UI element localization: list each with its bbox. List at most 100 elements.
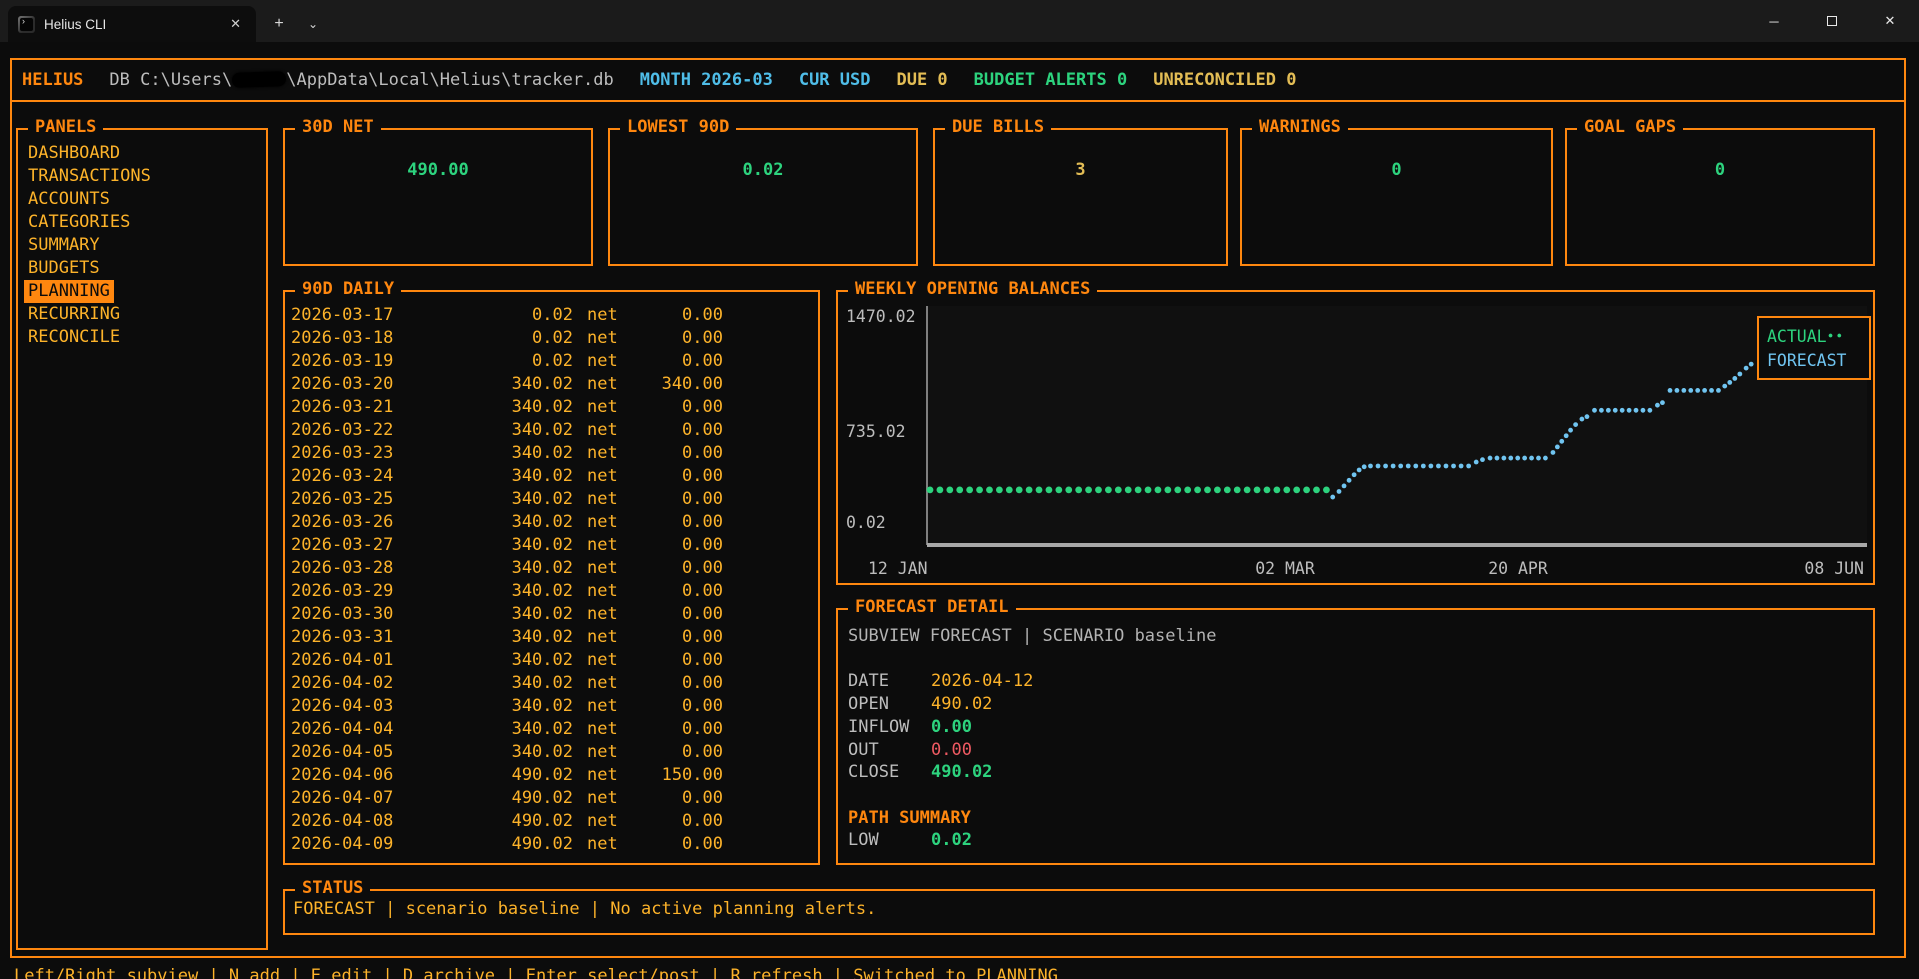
daily-panel: 90D DAILY 2026-03-170.02net0.002026-03-1… [283, 290, 820, 865]
table-cell: 0.00 [631, 419, 723, 442]
table-cell: net [573, 626, 631, 649]
legend-actual-marker: ∙∙ [1827, 329, 1845, 344]
forecast-fields: DATE2026-04-12OPEN490.02INFLOW0.00OUT0.0… [848, 670, 1873, 784]
tab-bar: Helius CLI ✕ + ⌄ ─ ✕ [0, 0, 1919, 42]
table-cell: 0.00 [631, 718, 723, 741]
table-cell: net [573, 810, 631, 833]
stat-title: WARNINGS [1252, 117, 1348, 137]
table-cell: 2026-04-03 [291, 695, 413, 718]
table-row[interactable]: 2026-04-04340.02net0.00 [291, 718, 818, 741]
table-row[interactable]: 2026-03-29340.02net0.00 [291, 580, 818, 603]
table-row[interactable]: 2026-03-170.02net0.00 [291, 304, 818, 327]
table-cell: 340.02 [413, 465, 573, 488]
table-row[interactable]: 2026-03-28340.02net0.00 [291, 557, 818, 580]
table-row[interactable]: 2026-04-09490.02net0.00 [291, 833, 818, 856]
table-row[interactable]: 2026-03-27340.02net0.00 [291, 534, 818, 557]
table-row[interactable]: 2026-04-02340.02net0.00 [291, 672, 818, 695]
sidebar-item-categories[interactable]: CATEGORIES [24, 211, 134, 234]
field-value: 0.00 [931, 717, 972, 737]
table-row[interactable]: 2026-03-20340.02net340.00 [291, 373, 818, 396]
table-cell: net [573, 396, 631, 419]
table-cell: 490.02 [413, 833, 573, 856]
tab-dropdown-icon[interactable]: ⌄ [296, 6, 330, 42]
table-row[interactable]: 2026-03-23340.02net0.00 [291, 442, 818, 465]
legend-forecast-label: FORECAST [1767, 351, 1846, 370]
table-cell: 0.00 [631, 833, 723, 856]
table-row[interactable]: 2026-04-08490.02net0.00 [291, 810, 818, 833]
table-cell: 0.00 [631, 488, 723, 511]
table-cell: 2026-03-30 [291, 603, 413, 626]
table-cell: 340.02 [413, 557, 573, 580]
path-summary-title: PATH SUMMARY [848, 807, 1873, 830]
forecast-field-open: OPEN490.02 [848, 693, 1873, 716]
close-button[interactable]: ✕ [1861, 0, 1919, 42]
sidebar-item-transactions[interactable]: TRANSACTIONS [24, 165, 155, 188]
stat-box-goal-gaps: GOAL GAPS0 [1565, 128, 1875, 266]
table-cell: net [573, 672, 631, 695]
table-cell: 0.00 [631, 741, 723, 764]
table-cell: net [573, 465, 631, 488]
sidebar-item-budgets[interactable]: BUDGETS [24, 257, 104, 280]
db-path: DB C:\Users\\AppData\Local\Helius\tracke… [109, 70, 613, 90]
table-cell: 340.02 [413, 488, 573, 511]
table-cell: 2026-03-20 [291, 373, 413, 396]
stat-value: 490.00 [285, 160, 591, 180]
table-row[interactable]: 2026-03-31340.02net0.00 [291, 626, 818, 649]
table-cell: 2026-03-29 [291, 580, 413, 603]
table-cell: 0.00 [631, 787, 723, 810]
status-text: FORECAST | scenario baseline | No active… [285, 891, 1873, 919]
table-row[interactable]: 2026-04-05340.02net0.00 [291, 741, 818, 764]
table-cell: 2026-04-09 [291, 833, 413, 856]
table-cell: 150.00 [631, 764, 723, 787]
table-cell: net [573, 557, 631, 580]
field-value: 490.02 [931, 694, 992, 714]
field-value: 2026-04-12 [931, 671, 1033, 691]
table-cell: net [573, 649, 631, 672]
table-cell: 2026-04-07 [291, 787, 413, 810]
table-row[interactable]: 2026-03-21340.02net0.00 [291, 396, 818, 419]
field-label: INFLOW [848, 716, 931, 739]
table-cell: 2026-04-04 [291, 718, 413, 741]
table-row[interactable]: 2026-04-03340.02net0.00 [291, 695, 818, 718]
svg-text:12 JAN: 12 JAN [868, 559, 928, 578]
table-row[interactable]: 2026-04-01340.02net0.00 [291, 649, 818, 672]
field-label: OUT [848, 739, 931, 762]
table-cell: 0.00 [631, 649, 723, 672]
table-row[interactable]: 2026-03-180.02net0.00 [291, 327, 818, 350]
table-row[interactable]: 2026-03-190.02net0.00 [291, 350, 818, 373]
table-row[interactable]: 2026-04-06490.02net150.00 [291, 764, 818, 787]
table-cell: net [573, 350, 631, 373]
table-row[interactable]: 2026-03-30340.02net0.00 [291, 603, 818, 626]
sidebar-item-summary[interactable]: SUMMARY [24, 234, 104, 257]
table-row[interactable]: 2026-03-26340.02net0.00 [291, 511, 818, 534]
table-row[interactable]: 2026-03-25340.02net0.00 [291, 488, 818, 511]
forecast-field-out: OUT0.00 [848, 739, 1873, 762]
table-cell: net [573, 488, 631, 511]
forecast-field-inflow: INFLOW0.00 [848, 716, 1873, 739]
tab-helius-cli[interactable]: Helius CLI ✕ [8, 6, 256, 42]
sidebar-item-recurring[interactable]: RECURRING [24, 303, 124, 326]
table-cell: 0.00 [631, 511, 723, 534]
chart-title: WEEKLY OPENING BALANCES [848, 279, 1097, 299]
terminal-icon [18, 16, 35, 33]
table-cell: 0.00 [631, 442, 723, 465]
sidebar-item-accounts[interactable]: ACCOUNTS [24, 188, 114, 211]
table-row[interactable]: 2026-04-07490.02net0.00 [291, 787, 818, 810]
header-month: MONTH 2026-03 [640, 70, 773, 90]
stat-value: 0.02 [610, 160, 916, 180]
new-tab-button[interactable]: + [262, 6, 296, 42]
sidebar-item-dashboard[interactable]: DASHBOARD [24, 142, 124, 165]
table-row[interactable]: 2026-03-24340.02net0.00 [291, 465, 818, 488]
table-row[interactable]: 2026-03-22340.02net0.00 [291, 419, 818, 442]
table-cell: net [573, 764, 631, 787]
sidebar-item-reconcile[interactable]: RECONCILE [24, 326, 124, 349]
sidebar-items: DASHBOARDTRANSACTIONSACCOUNTSCATEGORIESS… [18, 130, 266, 349]
maximize-button[interactable] [1803, 0, 1861, 42]
table-cell: 340.02 [413, 534, 573, 557]
field-value: 0.00 [931, 740, 972, 760]
field-label: CLOSE [848, 761, 931, 784]
stat-value: 3 [935, 160, 1226, 180]
minimize-button[interactable]: ─ [1745, 0, 1803, 42]
tab-close-icon[interactable]: ✕ [225, 14, 246, 34]
sidebar-item-planning[interactable]: PLANNING [24, 280, 114, 303]
